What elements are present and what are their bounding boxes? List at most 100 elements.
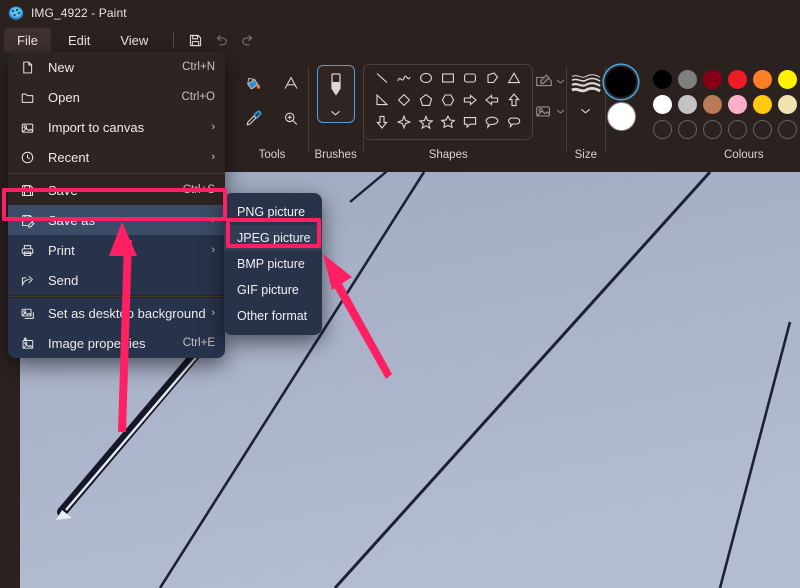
colour-dot bbox=[653, 70, 672, 89]
palette-swatch-r2-c6[interactable] bbox=[775, 92, 800, 117]
polygon-shape[interactable] bbox=[484, 70, 500, 91]
six-point-star-shape[interactable] bbox=[440, 114, 456, 135]
file-menu-item-new[interactable]: NewCtrl+N bbox=[8, 52, 225, 82]
save-as-item-gif-picture[interactable]: GIF picture bbox=[224, 277, 322, 303]
file-menu-item-print[interactable]: Print› bbox=[8, 235, 225, 265]
menu-view[interactable]: View bbox=[107, 28, 161, 53]
file-menu-item-open[interactable]: OpenCtrl+O bbox=[8, 82, 225, 112]
right-triangle-shape[interactable] bbox=[374, 92, 390, 113]
line-size-icon bbox=[570, 71, 602, 100]
save-as-item-label: JPEG picture bbox=[237, 231, 311, 245]
rounded-rectangle-shape[interactable] bbox=[462, 70, 478, 91]
up-arrow-shape[interactable] bbox=[506, 92, 522, 113]
palette-swatch-r1-c3[interactable] bbox=[700, 67, 725, 92]
colour-dot bbox=[703, 70, 722, 89]
size-button[interactable] bbox=[570, 71, 602, 119]
save-as-icon bbox=[20, 213, 41, 228]
file-menu-item-save[interactable]: SaveCtrl+S bbox=[8, 175, 225, 205]
menu-bar: File Edit View bbox=[0, 26, 800, 55]
file-menu-item-label: Send bbox=[41, 273, 215, 288]
chevron-down-icon[interactable] bbox=[556, 72, 565, 90]
palette-swatch-r2-c3[interactable] bbox=[700, 92, 725, 117]
line-shape[interactable] bbox=[374, 70, 390, 91]
colour-dot bbox=[753, 95, 772, 114]
file-menu-item-recent[interactable]: Recent› bbox=[8, 142, 225, 172]
save-as-item-bmp-picture[interactable]: BMP picture bbox=[224, 251, 322, 277]
group-label-shapes: Shapes bbox=[363, 149, 533, 161]
file-menu-item-label: Print bbox=[41, 243, 211, 258]
file-menu-item-image-properties[interactable]: Image propertiesCtrl+E bbox=[8, 328, 225, 358]
diamond-shape[interactable] bbox=[396, 92, 412, 113]
save-icon[interactable] bbox=[182, 29, 208, 53]
file-menu-item-set-as-desktop-background[interactable]: Set as desktop background› bbox=[8, 298, 225, 328]
palette-swatch-r2-c2[interactable] bbox=[675, 92, 700, 117]
four-point-star-shape[interactable] bbox=[396, 114, 412, 135]
ribbon-group-tools: Tools bbox=[236, 55, 308, 168]
tools-grid bbox=[234, 65, 310, 137]
chevron-right-icon: › bbox=[211, 121, 215, 133]
file-menu-item-import-to-canvas[interactable]: Import to canvas› bbox=[8, 112, 225, 142]
file-menu-item-label: New bbox=[41, 60, 182, 75]
file-menu-item-send[interactable]: Send bbox=[8, 265, 225, 295]
group-label-colours: Colours bbox=[724, 149, 800, 161]
curve-shape[interactable] bbox=[396, 70, 412, 91]
palette-swatch-r3-c5[interactable] bbox=[750, 117, 775, 142]
redo-icon[interactable] bbox=[234, 29, 260, 53]
save-as-item-png-picture[interactable]: PNG picture bbox=[224, 199, 322, 225]
pentagon-shape[interactable] bbox=[418, 92, 434, 113]
right-arrow-shape[interactable] bbox=[462, 92, 478, 113]
palette-swatch-r2-c1[interactable] bbox=[650, 92, 675, 117]
oval-shape[interactable] bbox=[418, 70, 434, 91]
palette-swatch-r1-c5[interactable] bbox=[750, 67, 775, 92]
palette-swatch-r3-c4[interactable] bbox=[725, 117, 750, 142]
save-as-item-jpeg-picture[interactable]: JPEG picture bbox=[224, 225, 322, 251]
ribbon-group-colours: Colours bbox=[606, 55, 800, 168]
chevron-right-icon: › bbox=[211, 244, 215, 256]
file-menu-item-label: Open bbox=[41, 90, 181, 105]
palette-swatch-r2-c5[interactable] bbox=[750, 92, 775, 117]
file-menu-item-save-as[interactable]: Save as› bbox=[8, 205, 225, 235]
shape-outline-button[interactable] bbox=[534, 71, 565, 91]
eyedropper-icon[interactable] bbox=[236, 102, 270, 136]
rectangular-callout-shape[interactable] bbox=[462, 114, 478, 135]
palette-swatch-r3-c1[interactable] bbox=[650, 117, 675, 142]
fill-bucket-icon[interactable] bbox=[236, 66, 270, 100]
down-arrow-shape[interactable] bbox=[374, 114, 390, 135]
chevron-down-icon[interactable] bbox=[327, 105, 345, 121]
file-menu[interactable]: NewCtrl+NOpenCtrl+OImport to canvas›Rece… bbox=[8, 52, 225, 358]
menubar-divider bbox=[173, 32, 174, 49]
palette-swatch-r1-c4[interactable] bbox=[725, 67, 750, 92]
palette-swatch-r3-c3[interactable] bbox=[700, 117, 725, 142]
chevron-right-icon: › bbox=[211, 151, 215, 163]
palette-swatch-r1-c2[interactable] bbox=[675, 67, 700, 92]
colour-dot bbox=[678, 70, 697, 89]
text-tool-icon[interactable] bbox=[274, 66, 308, 100]
cloud-callout-shape[interactable] bbox=[506, 114, 522, 135]
palette-swatch-r1-c6[interactable] bbox=[775, 67, 800, 92]
shape-fill-button[interactable] bbox=[534, 101, 565, 121]
palette-swatch-r3-c2[interactable] bbox=[675, 117, 700, 142]
chevron-down-icon[interactable] bbox=[556, 102, 565, 120]
triangle-shape[interactable] bbox=[506, 70, 522, 91]
magnifier-icon[interactable] bbox=[274, 102, 308, 136]
rectangle-shape[interactable] bbox=[440, 70, 456, 91]
palette-swatch-r1-c1[interactable] bbox=[650, 67, 675, 92]
palette-swatch-r2-c4[interactable] bbox=[725, 92, 750, 117]
five-point-star-shape[interactable] bbox=[418, 114, 434, 135]
menu-file[interactable]: File bbox=[4, 28, 51, 53]
secondary-colour-swatch[interactable] bbox=[607, 102, 636, 131]
chevron-down-icon[interactable] bbox=[577, 103, 595, 119]
palette-swatch-r3-c6[interactable] bbox=[775, 117, 800, 142]
clock-icon bbox=[20, 150, 41, 165]
left-arrow-shape[interactable] bbox=[484, 92, 500, 113]
hexagon-shape[interactable] bbox=[440, 92, 456, 113]
save-as-submenu[interactable]: PNG picture JPEG picture BMP pictureGIF pi… bbox=[224, 193, 322, 335]
primary-colour-swatch[interactable] bbox=[606, 67, 636, 97]
shapes-grid bbox=[363, 64, 533, 140]
undo-icon[interactable] bbox=[208, 29, 234, 53]
save-as-item-other-format[interactable]: Other format bbox=[224, 303, 322, 329]
menu-edit[interactable]: Edit bbox=[55, 28, 103, 53]
colour-dot bbox=[728, 70, 747, 89]
brush-tool-button[interactable] bbox=[317, 65, 355, 123]
rounded-callout-shape[interactable] bbox=[484, 114, 500, 135]
